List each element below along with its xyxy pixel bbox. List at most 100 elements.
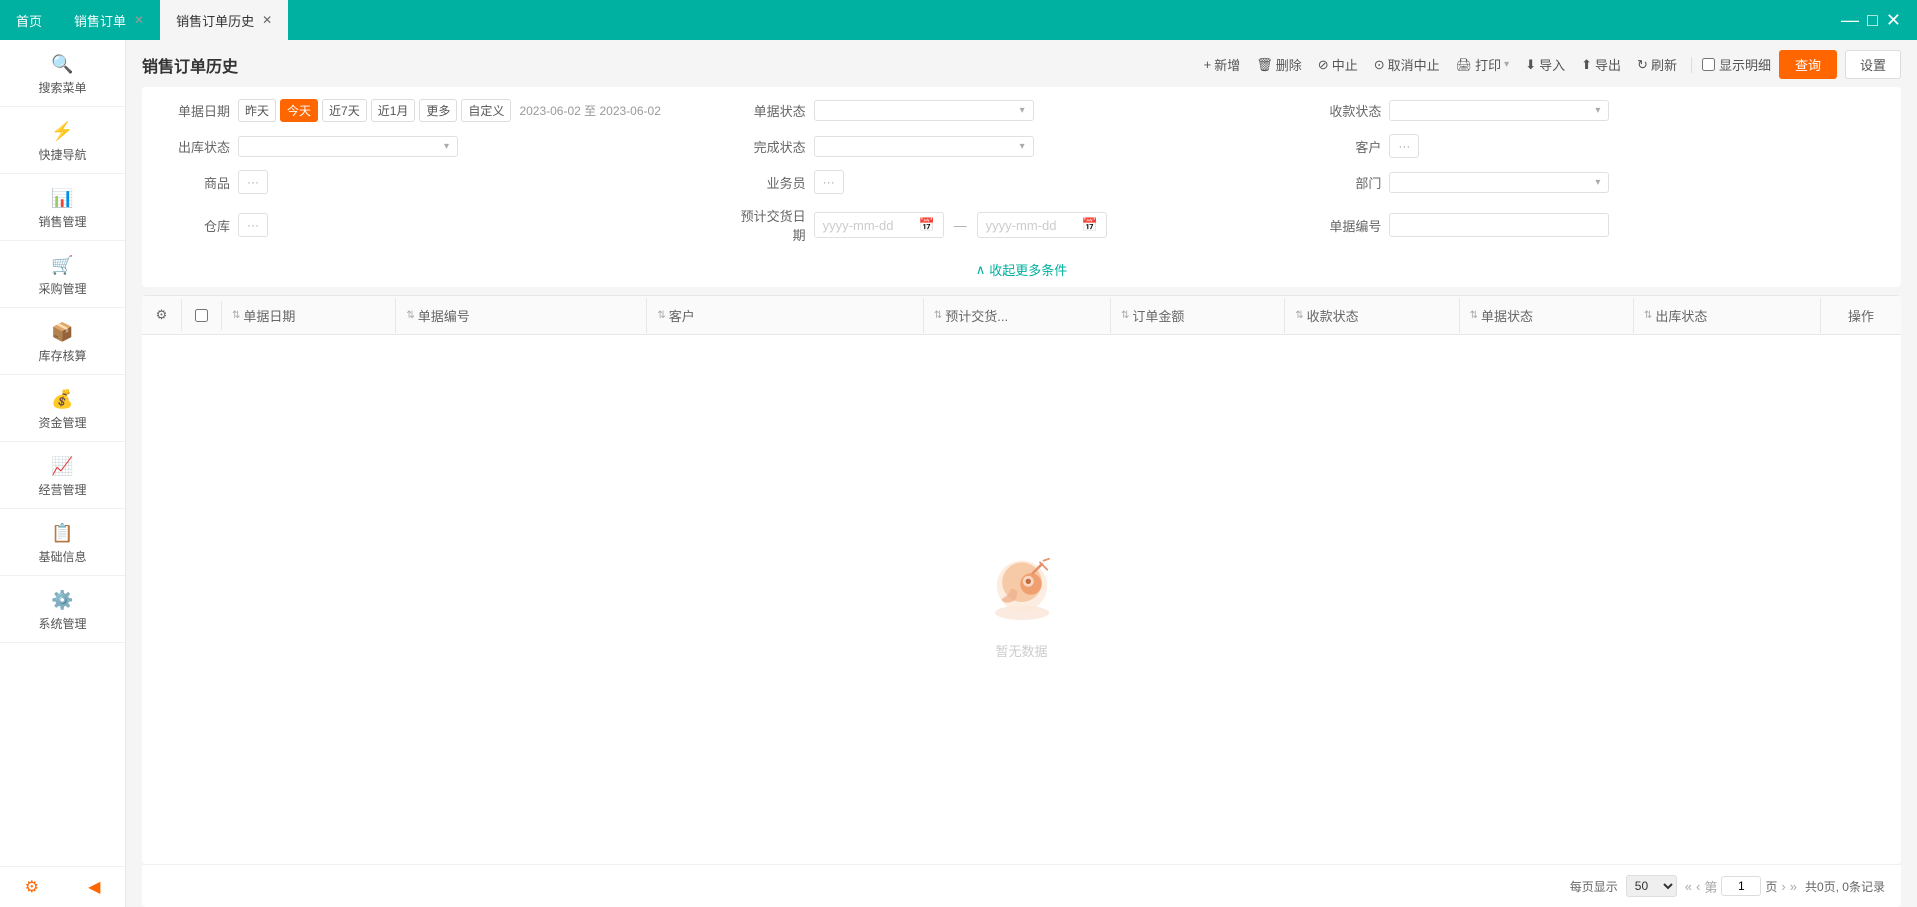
date-btn-more[interactable]: 更多	[419, 99, 457, 122]
delivery-date-end[interactable]: yyyy-mm-dd 📅	[977, 212, 1107, 238]
export-button[interactable]: ⬆ 导出	[1577, 55, 1625, 74]
prev-page-icon[interactable]: ‹	[1696, 879, 1700, 894]
th-date[interactable]: ⇅ 单据日期	[222, 298, 396, 333]
th-operation-label: 操作	[1848, 306, 1874, 325]
refresh-button[interactable]: ↻ 刷新	[1633, 55, 1681, 74]
out-status-select[interactable]: ▾	[238, 136, 458, 157]
window-min-icon[interactable]: —	[1841, 10, 1859, 31]
sidebar-item-search-menu[interactable]: 🔍 搜索菜单	[0, 40, 125, 107]
tab-sales-history-label: 销售订单历史	[176, 11, 254, 30]
query-button[interactable]: 查询	[1779, 50, 1837, 79]
bill-number-filter	[1389, 213, 1885, 237]
filter-row-2: 出库状态 ▾ 完成状态 ▾ 客户 ···	[158, 134, 1885, 158]
stock-calc-icon: 📦	[51, 322, 73, 343]
th-bill-status[interactable]: ⇅ 单据状态	[1460, 298, 1634, 333]
sort-bill-icon: ⇅	[1470, 310, 1478, 321]
salesman-ellipsis-button[interactable]: ···	[814, 170, 844, 194]
th-amount[interactable]: ⇅ 订单金额	[1111, 298, 1285, 333]
tab-sales-history[interactable]: 销售订单历史 ✕	[160, 0, 288, 40]
settings-button[interactable]: 设置	[1845, 50, 1901, 79]
goods-ellipsis-button[interactable]: ···	[238, 170, 268, 194]
th-customer-label: 客户	[669, 306, 695, 325]
sidebar-item-sales-mgmt-label: 销售管理	[38, 213, 86, 230]
department-label: 部门	[1309, 173, 1389, 192]
pay-status-select[interactable]: ▾	[1389, 100, 1609, 121]
import-button[interactable]: ⬇ 导入	[1521, 55, 1569, 74]
date-btn-yesterday[interactable]: 昨天	[238, 99, 276, 122]
page-input[interactable]: 1	[1721, 876, 1761, 896]
display-columns-checkbox[interactable]: 显示明细	[1702, 55, 1771, 74]
tab-sales-order[interactable]: 销售订单 ✕	[58, 0, 160, 40]
tab-sales-order-label: 销售订单	[74, 11, 126, 30]
sidebar-item-sales-mgmt[interactable]: 📊 销售管理	[0, 174, 125, 241]
sidebar-item-ops-mgmt[interactable]: 📈 经营管理	[0, 442, 125, 509]
warehouse-ellipsis-button[interactable]: ···	[238, 213, 268, 237]
sidebar: 🔍 搜索菜单 ⚡ 快捷导航 📊 销售管理 🛒 采购管理 📦 库存核算 💰 资金管…	[0, 40, 126, 907]
delete-button[interactable]: 🗑 删除	[1252, 55, 1306, 74]
date-btn-custom[interactable]: 自定义	[461, 99, 511, 122]
th-delivery[interactable]: ⇅ 预计交货...	[924, 298, 1111, 333]
stop-icon: ⊘	[1318, 57, 1329, 73]
stop-button[interactable]: ⊘ 中止	[1314, 55, 1362, 74]
display-columns-input[interactable]	[1702, 58, 1715, 71]
window-max-icon[interactable]: □	[1867, 10, 1878, 31]
th-gear[interactable]: ⚙	[142, 299, 182, 331]
date-buttons: 昨天 今天 近7天 近1月 更多 自定义 2023-06-02 至 2023-0…	[238, 99, 661, 122]
page-header: 销售订单历史 + 新增 🗑 删除 ⊘ 中止 ⊙ 取消中止	[126, 40, 1917, 87]
th-number[interactable]: ⇅ 单据编号	[396, 298, 647, 333]
date-btn-7days[interactable]: 近7天	[322, 99, 367, 122]
new-button[interactable]: + 新增	[1200, 55, 1245, 74]
th-pay-status[interactable]: ⇅ 收款状态	[1285, 298, 1459, 333]
empty-text: 暂无数据	[995, 641, 1047, 660]
stop-label: 中止	[1332, 55, 1358, 74]
display-columns-label: 显示明细	[1719, 55, 1771, 74]
sidebar-item-stock-calc[interactable]: 📦 库存核算	[0, 308, 125, 375]
sidebar-item-basic-info[interactable]: 📋 基础信息	[0, 509, 125, 576]
th-check[interactable]	[182, 301, 222, 330]
delivery-date-start[interactable]: yyyy-mm-dd 📅	[814, 212, 944, 238]
th-customer[interactable]: ⇅ 客户	[647, 298, 924, 333]
sidebar-item-purchase-mgmt-label: 采购管理	[38, 280, 86, 297]
next-page-icon[interactable]: ›	[1781, 879, 1785, 894]
collapse-row[interactable]: ∧ 收起更多条件	[158, 256, 1885, 279]
page-title: 销售订单历史	[142, 53, 238, 77]
complete-status-select[interactable]: ▾	[814, 136, 1034, 157]
print-label: 打印	[1475, 55, 1501, 74]
purchase-mgmt-icon: 🛒	[51, 255, 73, 276]
sidebar-settings-icon[interactable]: ⚙	[25, 877, 39, 897]
tab-home-label: 首页	[16, 11, 42, 30]
sidebar-collapse-icon[interactable]: ◀	[88, 877, 100, 897]
tab-sales-order-close[interactable]: ✕	[134, 13, 144, 27]
sidebar-item-sys-mgmt[interactable]: ⚙️ 系统管理	[0, 576, 125, 643]
sidebar-item-quick-nav[interactable]: ⚡ 快捷导航	[0, 107, 125, 174]
select-all-checkbox[interactable]	[195, 309, 208, 322]
print-button[interactable]: 🖨 打印 ▾	[1452, 55, 1514, 74]
date-btn-today[interactable]: 今天	[280, 99, 318, 122]
out-status-arrow-icon: ▾	[444, 141, 449, 152]
pay-status-filter: ▾	[1389, 100, 1885, 121]
sidebar-item-funds-mgmt[interactable]: 💰 资金管理	[0, 375, 125, 442]
department-select[interactable]: ▾	[1389, 172, 1609, 193]
bill-number-label: 单据编号	[1309, 216, 1389, 235]
first-page-icon[interactable]: «	[1685, 879, 1692, 894]
customer-filter: ···	[1389, 134, 1885, 158]
bill-status-label: 单据状态	[734, 101, 814, 120]
page-word: 第	[1704, 877, 1717, 896]
sys-mgmt-icon: ⚙️	[51, 590, 73, 611]
date-filter-value: 昨天 今天 近7天 近1月 更多 自定义 2023-06-02 至 2023-0…	[238, 99, 734, 122]
window-close-icon[interactable]: ✕	[1886, 10, 1901, 31]
filter-row-3: 商品 ··· 业务员 ··· 部门 ▾	[158, 170, 1885, 194]
tab-home[interactable]: 首页	[0, 0, 58, 40]
date-btn-1month[interactable]: 近1月	[371, 99, 416, 122]
customer-ellipsis-button[interactable]: ···	[1389, 134, 1419, 158]
department-arrow-icon: ▾	[1595, 177, 1600, 188]
sidebar-item-purchase-mgmt[interactable]: 🛒 采购管理	[0, 241, 125, 308]
collapse-up-icon: ∧	[976, 262, 986, 278]
per-page-select[interactable]: 50 20 100	[1626, 875, 1677, 897]
bill-status-select[interactable]: ▾	[814, 100, 1034, 121]
th-out-status[interactable]: ⇅ 出库状态	[1634, 298, 1821, 333]
bill-number-input[interactable]	[1389, 213, 1609, 237]
tab-sales-history-close[interactable]: ✕	[262, 13, 272, 27]
last-page-icon[interactable]: »	[1790, 879, 1797, 894]
cancel-stop-button[interactable]: ⊙ 取消中止	[1370, 55, 1444, 74]
